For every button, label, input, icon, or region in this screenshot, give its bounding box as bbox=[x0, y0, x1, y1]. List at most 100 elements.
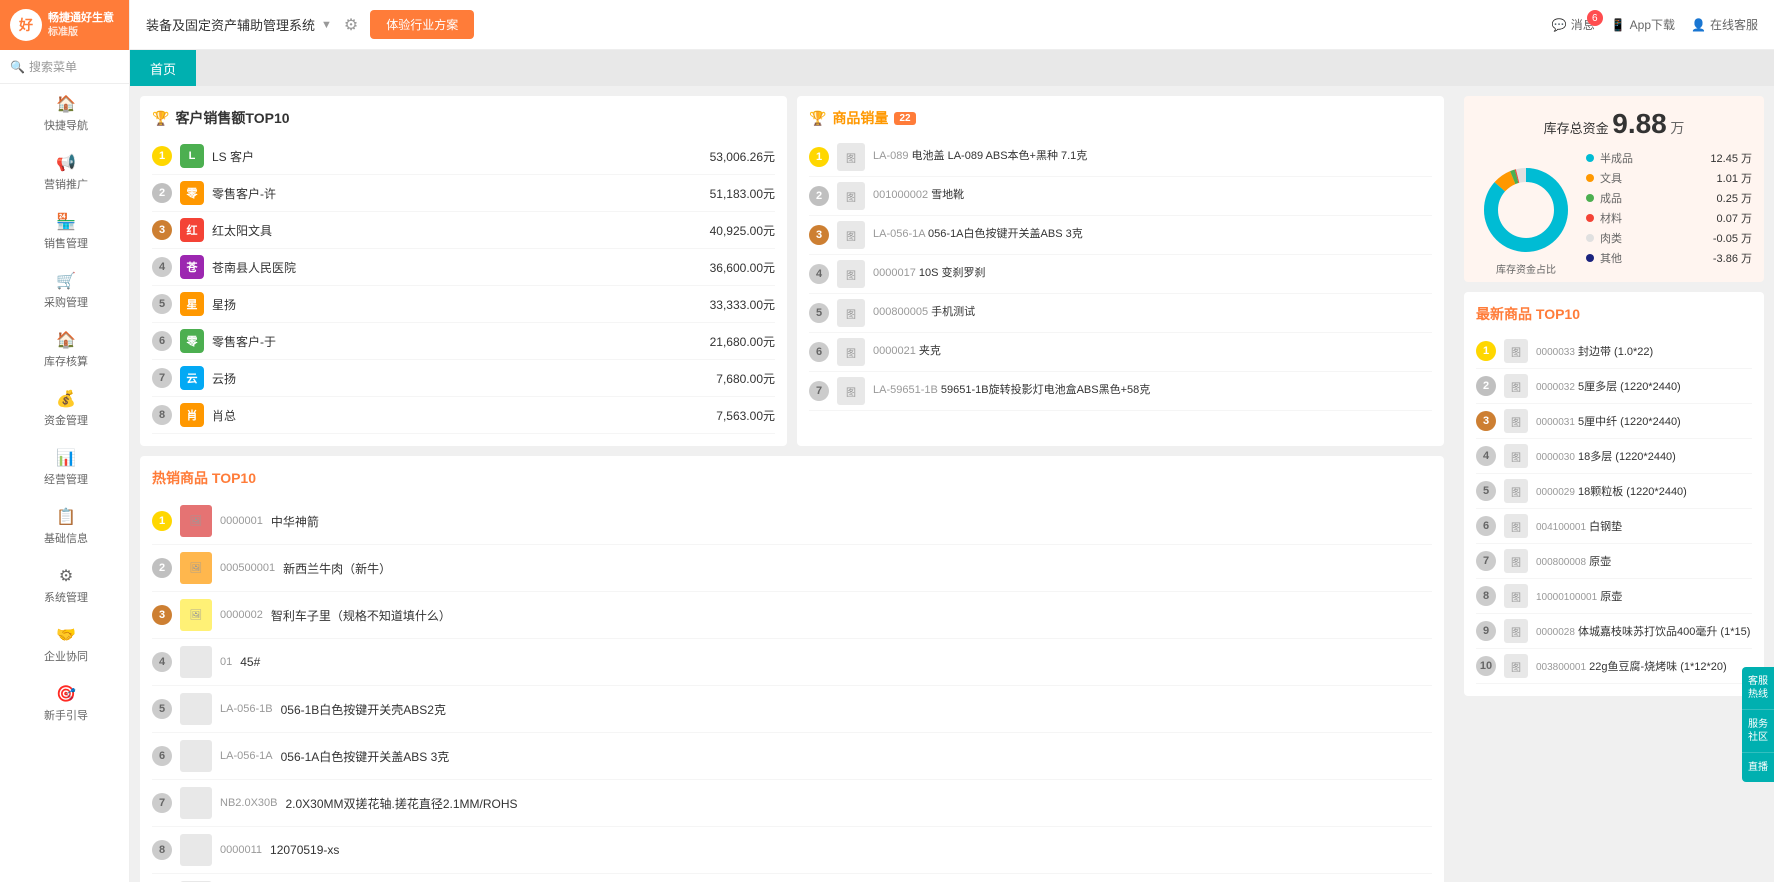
hot-products-list: 1 🖼 0000001 中华神箭 2 🖼 000500001 新西兰牛肉（新牛）… bbox=[152, 498, 1432, 882]
legend-item: 肉类 -0.05 万 bbox=[1586, 230, 1752, 246]
product-name: 10S 变刹罗刹 bbox=[919, 267, 986, 279]
hot-product-img: 🖼 bbox=[180, 552, 212, 584]
sidebar-item-collab[interactable]: 🤝 企业协同 bbox=[0, 615, 129, 674]
customer-rank-item: 4 苍 苍南县人民医院 36,600.00元 bbox=[152, 249, 775, 286]
sidebar-item-marketing[interactable]: 📢 营销推广 bbox=[0, 143, 129, 202]
customer-rank-item: 5 星 星扬 33,333.00元 bbox=[152, 286, 775, 323]
hot-product-code: 0000011 bbox=[220, 844, 262, 856]
customer-name: LS 客户 bbox=[212, 148, 702, 165]
sidebar-item-sales[interactable]: 🏪 销售管理 bbox=[0, 202, 129, 261]
float-buttons: 客服 热线服务 社区直播 bbox=[1742, 667, 1774, 782]
float-button[interactable]: 服务 社区 bbox=[1742, 710, 1774, 753]
rank-number: 9 bbox=[1476, 621, 1496, 641]
dropdown-arrow-icon[interactable]: ▼ bbox=[321, 19, 332, 31]
new-product-info: 0000031 5厘中纤 (1220*2440) bbox=[1536, 413, 1752, 429]
rank-number: 3 bbox=[809, 225, 829, 245]
app-download-button[interactable]: 📱 App下载 bbox=[1611, 16, 1675, 33]
new-product-item: 2 图 0000032 5厘多层 (1220*2440) bbox=[1476, 369, 1752, 404]
main-area: 装备及固定资产辅助管理系统 ▼ ⚙ 体验行业方案 💬 消息 6 📱 App下载 … bbox=[130, 0, 1774, 882]
new-product-info: 10000100001 原壶 bbox=[1536, 588, 1752, 604]
product-img: 图 bbox=[837, 377, 865, 405]
hot-product-code: 0000001 bbox=[220, 515, 263, 527]
inventory-icon: 🏠 bbox=[56, 330, 76, 350]
inventory-total: 库存总资金 9.88 万 bbox=[1476, 108, 1752, 140]
rank-number: 8 bbox=[152, 405, 172, 425]
new-product-name-text: 5厘中纤 (1220*2440) bbox=[1578, 416, 1681, 428]
sidebar-item-system[interactable]: ⚙ 系统管理 bbox=[0, 556, 129, 615]
sidebar-item-home[interactable]: 🏠 快捷导航 bbox=[0, 84, 129, 143]
hot-product-code: 01 bbox=[220, 656, 232, 668]
trial-button[interactable]: 体验行业方案 bbox=[370, 10, 474, 39]
marketing-icon: 📢 bbox=[56, 153, 76, 173]
product-rank-item: 7 图 LA-59651-1B 59651-1B旋转投影灯电池盒ABS黑色+58… bbox=[809, 372, 1432, 411]
product-badge: 22 bbox=[894, 112, 915, 125]
new-products-list: 1 图 0000033 封边带 (1.0*22) 2 图 0000032 5厘多… bbox=[1476, 334, 1752, 684]
customer-value: 7,680.00元 bbox=[716, 370, 775, 387]
legend-value: 12.45 万 bbox=[1710, 150, 1752, 166]
sidebar-item-guide[interactable]: 🎯 新手引导 bbox=[0, 674, 129, 733]
legend-value: -0.05 万 bbox=[1713, 230, 1752, 246]
hot-product-code: LA-056-1A bbox=[220, 750, 273, 762]
new-product-img: 图 bbox=[1504, 374, 1528, 398]
new-product-code: 10000100001 bbox=[1536, 592, 1597, 603]
sidebar-item-basic[interactable]: 📋 基础信息 bbox=[0, 497, 129, 556]
sidebar-item-inventory[interactable]: 🏠 库存核算 bbox=[0, 320, 129, 379]
new-product-name-text: 封边带 (1.0*22) bbox=[1578, 346, 1653, 358]
sidebar: 好 畅捷通好生意 标准版 🔍 搜索菜单 🏠 快捷导航 📢 营销推广 🏪 销售管理… bbox=[0, 0, 130, 882]
new-product-name-text: 体城嘉枝味苏打饮品400毫升 (1*15) bbox=[1578, 626, 1750, 638]
tab-home[interactable]: 首页 bbox=[130, 50, 196, 86]
sidebar-logo: 好 畅捷通好生意 标准版 bbox=[0, 0, 129, 50]
product-code: 001000002 bbox=[873, 189, 928, 201]
hot-product-item: 6 LA-056-1A 056-1A白色按键开关盖ABS 3克 bbox=[152, 733, 1432, 780]
search-menu[interactable]: 🔍 搜索菜单 bbox=[0, 50, 129, 84]
legend-item: 文具 1.01 万 bbox=[1586, 170, 1752, 186]
rank-number: 4 bbox=[152, 257, 172, 277]
new-product-item: 9 图 0000028 体城嘉枝味苏打饮品400毫升 (1*15) bbox=[1476, 614, 1752, 649]
product-info: 001000002 雪地靴 bbox=[873, 188, 1432, 203]
inventory-legend: 半成品 12.45 万 文具 1.01 万 成品 0.25 万 材料 0.07 … bbox=[1586, 150, 1752, 270]
sidebar-item-purchase[interactable]: 🛒 采购管理 bbox=[0, 261, 129, 320]
product-rank-list: 1 图 LA-089 电池盖 LA-089 ABS本色+黑种 7.1克 2 图 … bbox=[809, 138, 1432, 411]
online-service-button[interactable]: 👤 在线客服 bbox=[1691, 16, 1758, 33]
messages-button[interactable]: 💬 消息 6 bbox=[1552, 16, 1595, 33]
product-name: 59651-1B旋转投影灯电池盒ABS黑色+58克 bbox=[941, 384, 1150, 396]
hot-product-code: NB2.0X30B bbox=[220, 797, 277, 809]
float-button[interactable]: 客服 热线 bbox=[1742, 667, 1774, 710]
customer-value: 51,183.00元 bbox=[710, 185, 775, 202]
legend-item: 半成品 12.45 万 bbox=[1586, 150, 1752, 166]
customer-name: 零售客户-许 bbox=[212, 185, 702, 202]
product-name: 电池盖 LA-089 ABS本色+黑种 7.1克 bbox=[912, 150, 1088, 162]
system-name: 装备及固定资产辅助管理系统 ▼ bbox=[146, 15, 332, 34]
new-product-name-text: 5厘多层 (1220*2440) bbox=[1578, 381, 1681, 393]
hot-product-code: 000500001 bbox=[220, 562, 275, 574]
rank-number: 6 bbox=[152, 331, 172, 351]
sidebar-item-operations[interactable]: 📊 经营管理 bbox=[0, 438, 129, 497]
legend-dot bbox=[1586, 254, 1594, 262]
home-icon: 🏠 bbox=[56, 94, 76, 114]
logo-icon: 好 bbox=[10, 9, 42, 41]
customer-value: 21,680.00元 bbox=[710, 333, 775, 350]
product-code: LA-089 bbox=[873, 150, 908, 162]
trophy-icon: 🏆 bbox=[152, 110, 169, 127]
rank-number: 2 bbox=[152, 183, 172, 203]
new-product-item: 1 图 0000033 封边带 (1.0*22) bbox=[1476, 334, 1752, 369]
product-code: 0000017 bbox=[873, 267, 916, 279]
new-product-code: 000800008 bbox=[1536, 557, 1586, 568]
search-icon: 🔍 bbox=[10, 60, 25, 74]
product-info: LA-59651-1B 59651-1B旋转投影灯电池盒ABS黑色+58克 bbox=[873, 383, 1432, 398]
legend-dot bbox=[1586, 194, 1594, 202]
tab-nav: 首页 bbox=[130, 50, 1774, 86]
new-product-code: 0000033 bbox=[1536, 347, 1575, 358]
sidebar-item-finance[interactable]: 💰 资金管理 bbox=[0, 379, 129, 438]
new-product-info: 0000032 5厘多层 (1220*2440) bbox=[1536, 378, 1752, 394]
operations-icon: 📊 bbox=[56, 448, 76, 468]
customer-name: 红太阳文具 bbox=[212, 222, 702, 239]
product-rank-item: 3 图 LA-056-1A 056-1A白色按键开关盖ABS 3克 bbox=[809, 216, 1432, 255]
settings-icon[interactable]: ⚙ bbox=[344, 15, 358, 35]
customer-rank-item: 3 红 红太阳文具 40,925.00元 bbox=[152, 212, 775, 249]
product-img: 图 bbox=[837, 338, 865, 366]
float-button[interactable]: 直播 bbox=[1742, 753, 1774, 782]
customer-avatar: 红 bbox=[180, 218, 204, 242]
new-product-name-text: 原壶 bbox=[1600, 591, 1622, 603]
customer-rank-item: 2 零 零售客户-许 51,183.00元 bbox=[152, 175, 775, 212]
